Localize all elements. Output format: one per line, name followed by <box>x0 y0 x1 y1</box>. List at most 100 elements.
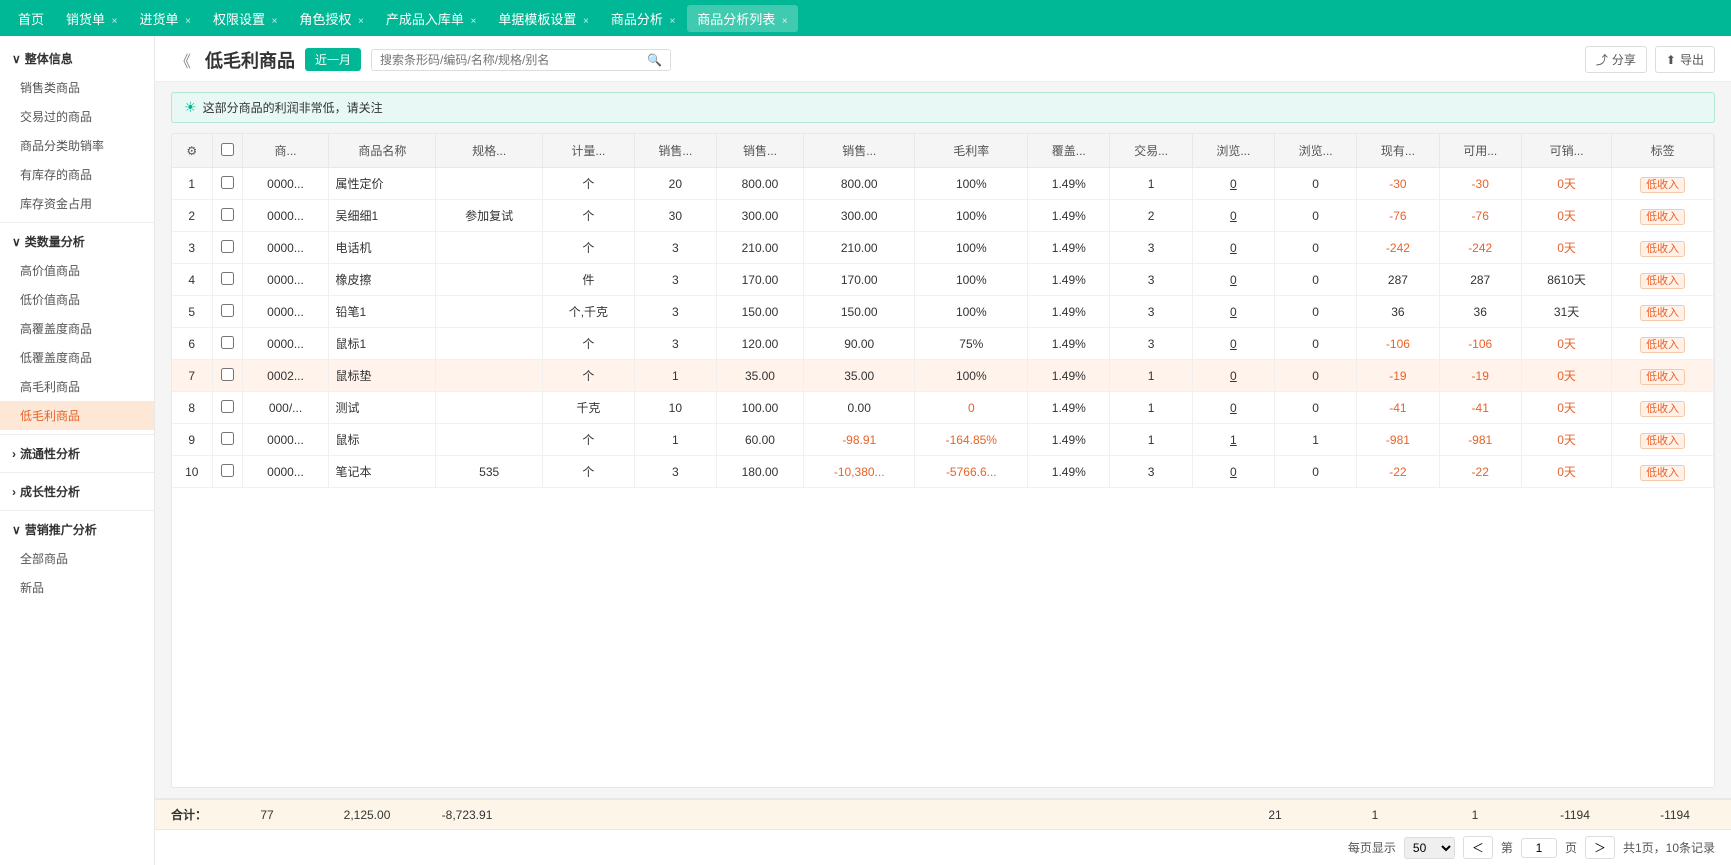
row-coverage: 1.49% <box>1028 360 1110 392</box>
th-code: 商... <box>242 134 329 168</box>
sidebar-group-liquidity[interactable]: › 流通性分析 <box>0 439 154 468</box>
row-check[interactable] <box>212 456 242 488</box>
th-settings[interactable]: ⚙ <box>172 134 212 168</box>
page-input[interactable] <box>1521 838 1557 858</box>
row-view1[interactable]: 0 <box>1192 456 1274 488</box>
share-button[interactable]: ⤴ 分享 <box>1585 46 1647 73</box>
page-header: 《 低毛利商品 近一月 🔍 ⤴ 分享 ⬆ 导出 <box>155 36 1731 82</box>
nav-permissions[interactable]: 权限设置 × <box>203 5 287 32</box>
row-unit: 个 <box>543 360 635 392</box>
export-button[interactable]: ⬆ 导出 <box>1655 46 1715 73</box>
row-num: 1 <box>172 168 212 200</box>
row-gross-rate: 100% <box>915 232 1028 264</box>
row-coverage: 1.49% <box>1028 456 1110 488</box>
next-page-button[interactable]: ＞ <box>1585 836 1615 859</box>
sidebar-item-new-goods[interactable]: 新品 <box>0 573 154 602</box>
sidebar-item-category-rate[interactable]: 商品分类助销率 <box>0 131 154 160</box>
period-button[interactable]: 近一月 <box>305 48 361 71</box>
row-code: 0000... <box>242 232 329 264</box>
row-spec <box>436 296 543 328</box>
row-view1[interactable]: 0 <box>1192 392 1274 424</box>
row-check[interactable] <box>212 360 242 392</box>
row-tag: 低收入 <box>1612 360 1714 392</box>
row-stock-cur: 287 <box>1357 264 1439 296</box>
nav-purchase[interactable]: 进货单 × <box>129 5 200 32</box>
sidebar-group-overall[interactable]: ∨ 整体信息 <box>0 44 154 73</box>
row-view1[interactable]: 0 <box>1192 168 1274 200</box>
row-sales-amount: 0.00 <box>803 392 915 424</box>
nav-role-auth[interactable]: 角色授权 × <box>289 5 373 32</box>
sidebar-item-stock-goods[interactable]: 有库存的商品 <box>0 160 154 189</box>
nav-product-analysis[interactable]: 商品分析 × <box>601 5 685 32</box>
row-sales-price: 150.00 <box>716 296 803 328</box>
select-all-checkbox[interactable] <box>221 143 234 156</box>
row-check[interactable] <box>212 424 242 456</box>
row-unit: 个 <box>543 424 635 456</box>
sidebar-item-stock-capital[interactable]: 库存资金占用 <box>0 189 154 218</box>
row-trade: 1 <box>1110 168 1192 200</box>
nav-product-analysis-list[interactable]: 商品分析列表 × <box>687 5 797 32</box>
sidebar-item-low-coverage[interactable]: 低覆盖度商品 <box>0 343 154 372</box>
search-icon[interactable]: 🔍 <box>647 53 662 67</box>
nav-template[interactable]: 单据模板设置 × <box>488 5 598 32</box>
row-gross-rate: 100% <box>915 200 1028 232</box>
sidebar-item-high-value[interactable]: 高价值商品 <box>0 256 154 285</box>
row-tag: 低收入 <box>1612 264 1714 296</box>
prev-page-button[interactable]: ＜ <box>1463 836 1493 859</box>
row-trade: 1 <box>1110 424 1192 456</box>
collapse-sidebar-button[interactable]: 《 <box>171 48 195 72</box>
row-view2: 0 <box>1275 232 1357 264</box>
row-view1[interactable]: 0 <box>1192 232 1274 264</box>
row-stock-cur: -19 <box>1357 360 1439 392</box>
row-gross-rate: 75% <box>915 328 1028 360</box>
th-view2: 浏览... <box>1275 134 1357 168</box>
notice-text: 这部分商品的利润非常低，请关注 <box>203 99 383 116</box>
row-stock-avail: -22 <box>1439 456 1521 488</box>
sidebar-group-quantity[interactable]: ∨ 类数量分析 <box>0 227 154 256</box>
row-check[interactable] <box>212 392 242 424</box>
row-stock-cur: -106 <box>1357 328 1439 360</box>
row-num: 3 <box>172 232 212 264</box>
sidebar-item-high-margin[interactable]: 高毛利商品 <box>0 372 154 401</box>
nav-home[interactable]: 首页 <box>8 5 54 32</box>
row-check[interactable] <box>212 296 242 328</box>
page-title: 低毛利商品 <box>205 47 295 73</box>
row-view2: 0 <box>1275 168 1357 200</box>
row-gross-rate: 100% <box>915 360 1028 392</box>
row-view1[interactable]: 0 <box>1192 200 1274 232</box>
row-check[interactable] <box>212 232 242 264</box>
nav-product-entry[interactable]: 产成品入库单 × <box>376 5 486 32</box>
sidebar-item-all-goods[interactable]: 全部商品 <box>0 544 154 573</box>
th-check[interactable] <box>212 134 242 168</box>
sidebar-item-traded-goods[interactable]: 交易过的商品 <box>0 102 154 131</box>
row-trade: 1 <box>1110 392 1192 424</box>
sidebar-group-growth[interactable]: › 成长性分析 <box>0 477 154 506</box>
row-tag: 低收入 <box>1612 392 1714 424</box>
row-sales-amount: 210.00 <box>803 232 915 264</box>
row-tag: 低收入 <box>1612 200 1714 232</box>
per-page-label: 每页显示 <box>1348 839 1396 856</box>
row-view1[interactable]: 0 <box>1192 264 1274 296</box>
row-check[interactable] <box>212 264 242 296</box>
row-view1[interactable]: 1 <box>1192 424 1274 456</box>
sidebar-group-marketing[interactable]: ∨ 营销推广分析 <box>0 515 154 544</box>
row-check[interactable] <box>212 328 242 360</box>
sidebar-item-low-value[interactable]: 低价值商品 <box>0 285 154 314</box>
row-view1[interactable]: 0 <box>1192 360 1274 392</box>
search-input[interactable] <box>380 53 647 67</box>
sidebar-item-low-margin[interactable]: 低毛利商品 <box>0 401 154 430</box>
row-view2: 0 <box>1275 264 1357 296</box>
sidebar-item-sales-goods[interactable]: 销售类商品 <box>0 73 154 102</box>
nav-sales[interactable]: 销货单 × <box>56 5 127 32</box>
notice-icon: ☀ <box>184 99 197 116</box>
row-gross-rate: 100% <box>915 168 1028 200</box>
per-page-select[interactable]: 50 20 100 <box>1404 837 1455 859</box>
row-view1[interactable]: 0 <box>1192 296 1274 328</box>
sidebar-item-high-coverage[interactable]: 高覆盖度商品 <box>0 314 154 343</box>
row-name: 测试 <box>329 392 436 424</box>
row-check[interactable] <box>212 200 242 232</box>
row-coverage: 1.49% <box>1028 168 1110 200</box>
row-check[interactable] <box>212 168 242 200</box>
chevron-right-icon-2: › <box>12 485 16 499</box>
row-view1[interactable]: 0 <box>1192 328 1274 360</box>
